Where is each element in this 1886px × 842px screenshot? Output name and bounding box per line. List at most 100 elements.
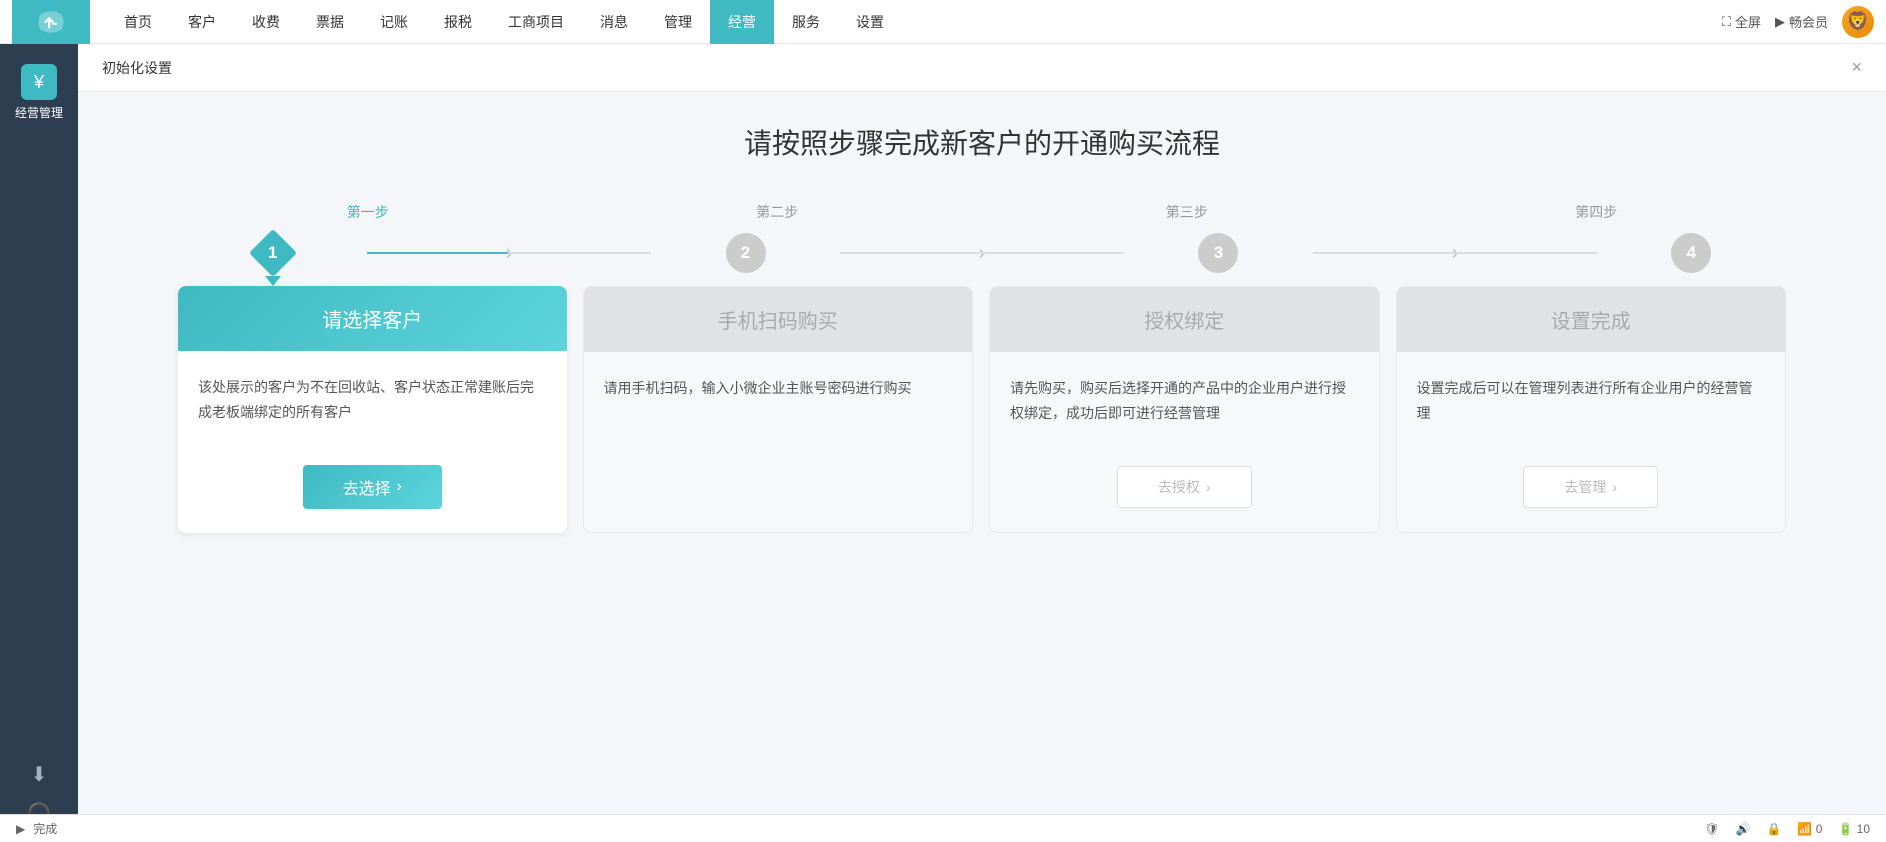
sidebar: ¥ 经营管理 ⬇ 🎧 [0,44,78,842]
line3a [1313,252,1456,254]
go-manage-label: 去管理 [1564,477,1606,497]
line1b [508,252,651,254]
app-body: ¥ 经营管理 ⬇ 🎧 初始化设置 × 请按照步骤完成新客户的开通购买流程 第一步… [0,44,1886,842]
download-icon[interactable]: ⬇ [31,762,48,787]
steps-container: 第一步 第二步 第三步 第四步 1 [118,202,1846,533]
step1-pointer [178,276,367,286]
connector1: › [367,242,651,265]
fullscreen-label: 全屏 [1735,12,1761,31]
battery-icon: 🔋 10 [1838,822,1870,836]
step4-node: 4 [1597,233,1786,273]
step1-num: 1 [268,243,277,263]
step1-card-body: 该处展示的客户为不在回收站、客户状态正常建账后完成老板端绑定的所有客户 [178,351,567,449]
step2-node: 2 [651,233,840,273]
line3b [1454,252,1597,254]
step4-card: 设置完成 设置完成后可以在管理列表进行所有企业用户的经营管理 去管理 › [1396,286,1787,533]
volume-icon: 🔊 [1736,822,1751,836]
member-label: 畅会员 [1789,12,1828,31]
go-select-label: 去选择 [343,475,391,499]
wifi-icon: 📶 0 [1797,822,1822,836]
step3-card-body: 请先购买，购买后选择开通的产品中的企业用户进行授权绑定，成功后即可进行经营管理 [990,352,1379,450]
pointer-spacer4 [1124,276,1313,286]
pointer-spacer6 [1597,276,1786,286]
nav-manage[interactable]: 管理 [646,0,710,44]
step2-card-footer [584,492,973,532]
wizard-title: 请按照步骤完成新客户的开通购买流程 [118,122,1846,162]
fullscreen-icon: ⛶ [1722,14,1731,30]
step1-node: 1 [178,230,367,276]
step3-circle: 3 [1198,233,1238,273]
nav-msg[interactable]: 消息 [582,0,646,44]
fullscreen-btn[interactable]: ⛶ 全屏 [1722,12,1761,31]
step4-card-title: 设置完成 [1397,287,1786,352]
nav-tax[interactable]: 报税 [426,0,490,44]
step4-card-footer: 去管理 › [1397,450,1786,532]
pointer-spacer5 [1313,276,1597,286]
pointer-triangle [265,276,281,286]
step1-diamond-wrap: 1 [250,230,296,276]
nav-biz[interactable]: 工商项目 [490,0,582,44]
nav-service[interactable]: 服务 [774,0,838,44]
pointer-row [178,276,1786,286]
step4-label: 第四步 [1407,202,1787,222]
step-labels-row: 第一步 第二步 第三步 第四步 [178,202,1786,222]
shield-icon: 🛡 [1704,822,1719,836]
operation-icon: ¥ [21,64,57,100]
user-avatar[interactable]: 🦁 [1842,6,1874,38]
step3-node: 3 [1124,233,1313,273]
line2b [981,252,1124,254]
wizard-area: 请按照步骤完成新客户的开通购买流程 第一步 第二步 第三步 第四步 [78,92,1886,563]
close-button[interactable]: × [1851,57,1862,78]
pointer-spacer2 [651,276,840,286]
sidebar-item-label: 经营管理 [15,104,63,121]
step2-card-body: 请用手机扫码，输入小微企业主账号密码进行购买 [584,352,973,492]
step1-card-footer: 去选择 › [178,449,567,533]
nav-customer[interactable]: 客户 [170,0,234,44]
cards-row: 请选择客户 该处展示的客户为不在回收站、客户状态正常建账后完成老板端绑定的所有客… [178,286,1786,533]
step3-card-title: 授权绑定 [990,287,1379,352]
nav-operation[interactable]: 经营 [710,0,774,44]
connector2: › [840,242,1124,265]
page-header: 初始化设置 × [78,44,1886,92]
sidebar-item-operation[interactable]: ¥ 经营管理 [0,54,78,131]
go-auth-button[interactable]: 去授权 › [1117,466,1252,508]
step1-card: 请选择客户 该处展示的客户为不在回收站、客户状态正常建账后完成老板端绑定的所有客… [178,286,567,533]
nav-fee[interactable]: 收费 [234,0,298,44]
go-manage-button[interactable]: 去管理 › [1523,466,1658,508]
right-tools: ⛶ 全屏 ▶ 畅会员 🦁 [1722,6,1874,38]
step4-circle: 4 [1671,233,1711,273]
status-bar: ▶ 完成 🛡 🔊 🔒 📶 0 🔋 10 [0,814,1886,842]
step3-card: 授权绑定 请先购买，购买后选择开通的产品中的企业用户进行授权绑定，成功后即可进行… [989,286,1380,533]
go-manage-arrow: › [1612,479,1617,495]
go-select-button[interactable]: 去选择 › [303,465,442,509]
connector3: › [1313,242,1597,265]
step3-card-footer: 去授权 › [990,450,1379,532]
nav-home[interactable]: 首页 [106,0,170,44]
member-btn[interactable]: ▶ 畅会员 [1775,12,1828,31]
nav-items: 首页 客户 收费 票据 记账 报税 工商项目 消息 管理 经营 服务 设置 [106,0,1722,44]
video-icon: ▶ [1775,14,1785,30]
nav-invoice[interactable]: 票据 [298,0,362,44]
line2a [840,252,983,254]
page-title: 初始化设置 [102,58,172,78]
pointer-spacer1 [367,276,651,286]
go-auth-label: 去授权 [1158,477,1200,497]
step4-card-body: 设置完成后可以在管理列表进行所有企业用户的经营管理 [1397,352,1786,450]
step3-label: 第三步 [997,202,1407,222]
step1-card-title: 请选择客户 [178,286,567,351]
lock-icon: 🔒 [1766,822,1781,836]
top-nav: 首页 客户 收费 票据 记账 报税 工商项目 消息 管理 经营 服务 设置 ⛶ … [0,0,1886,44]
status-right: 🛡 🔊 🔒 📶 0 🔋 10 [1704,822,1870,836]
status-left: ▶ 完成 [16,820,57,837]
play-icon[interactable]: ▶ [16,822,25,836]
nav-settings[interactable]: 设置 [838,0,902,44]
go-select-arrow: › [397,478,402,496]
step2-card: 手机扫码购买 请用手机扫码，输入小微企业主账号密码进行购买 [583,286,974,533]
main-content: 初始化设置 × 请按照步骤完成新客户的开通购买流程 第一步 第二步 第三步 第四… [78,44,1886,842]
pointer-spacer3 [840,276,1124,286]
nav-accounting[interactable]: 记账 [362,0,426,44]
go-auth-arrow: › [1206,479,1211,495]
step-circles-row: 1 › 2 › [178,230,1786,276]
line1 [367,252,510,254]
step1-label: 第一步 [178,202,588,222]
